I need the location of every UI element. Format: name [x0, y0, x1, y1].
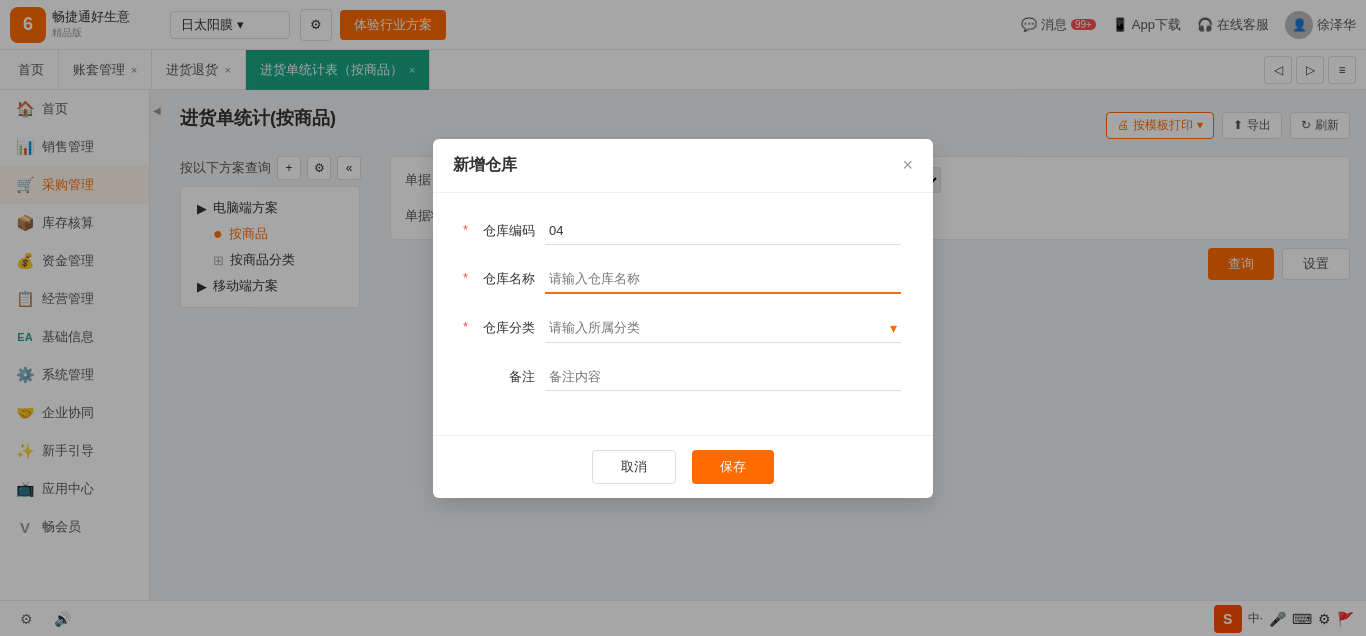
- warehouse-note-input[interactable]: [545, 363, 901, 391]
- form-row-code: 仓库编码: [465, 217, 901, 245]
- form-row-note: 备注: [465, 363, 901, 391]
- dialog-footer: 取消 保存: [433, 435, 933, 498]
- save-button[interactable]: 保存: [692, 450, 774, 484]
- warehouse-category-select[interactable]: ▾: [545, 314, 901, 343]
- modal-overlay[interactable]: 新增仓库 × 仓库编码 仓库名称 仓库分类 ▾: [0, 0, 1366, 636]
- dialog-header: 新增仓库 ×: [433, 139, 933, 193]
- warehouse-category-input[interactable]: [549, 320, 890, 335]
- form-row-name: 仓库名称: [465, 265, 901, 294]
- form-label-code: 仓库编码: [465, 222, 545, 240]
- dialog-title: 新增仓库: [453, 155, 517, 176]
- cancel-button[interactable]: 取消: [592, 450, 676, 484]
- warehouse-code-input[interactable]: [545, 217, 901, 245]
- warehouse-name-input[interactable]: [545, 265, 901, 294]
- form-row-category: 仓库分类 ▾: [465, 314, 901, 343]
- form-label-category: 仓库分类: [465, 319, 545, 337]
- dialog-close-button[interactable]: ×: [902, 155, 913, 176]
- new-warehouse-dialog: 新增仓库 × 仓库编码 仓库名称 仓库分类 ▾: [433, 139, 933, 498]
- form-label-note: 备注: [465, 368, 545, 386]
- category-dropdown-arrow: ▾: [890, 320, 897, 336]
- form-label-name: 仓库名称: [465, 270, 545, 288]
- dialog-body: 仓库编码 仓库名称 仓库分类 ▾ 备注: [433, 193, 933, 435]
